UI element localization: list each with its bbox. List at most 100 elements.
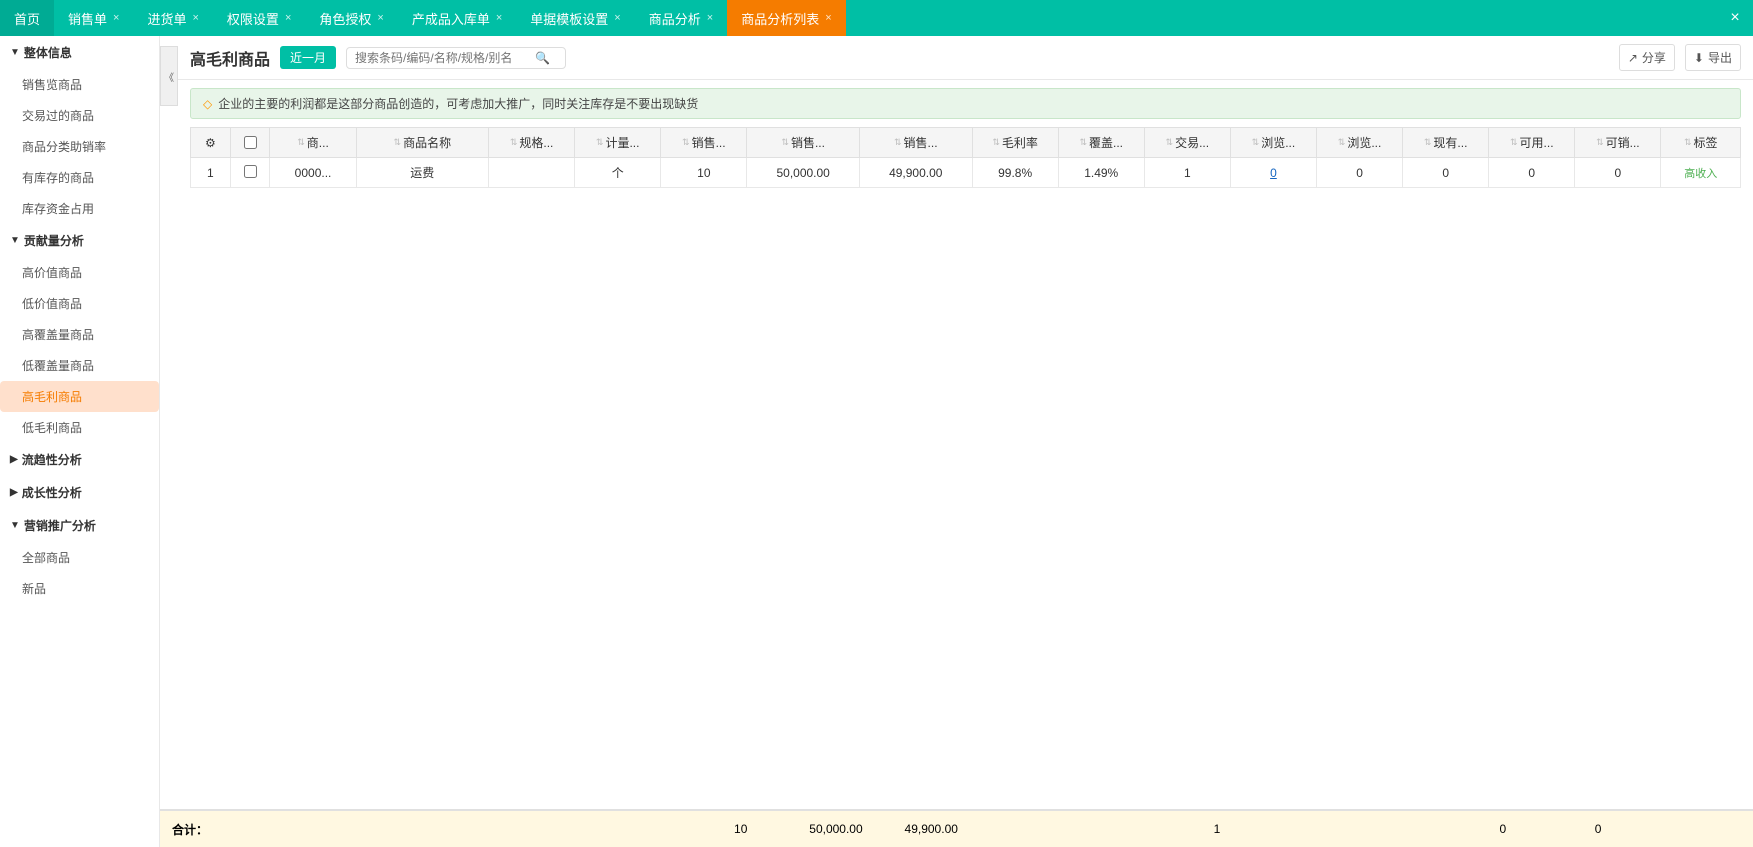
footer-cell-coverage	[1074, 822, 1169, 836]
sidebar-item-in-stock[interactable]: 有库存的商品	[0, 162, 159, 193]
cell-checkbox	[230, 158, 270, 188]
sort-icon: ⇅	[1596, 137, 1604, 148]
arrow-growth: ▶	[10, 487, 18, 498]
page-title: 高毛利商品	[190, 46, 270, 70]
select-all-checkbox[interactable]	[244, 136, 257, 149]
sidebar-section-growth[interactable]: ▶ 成长性分析	[0, 476, 159, 509]
main-layout: ▼ 整体信息 销售览商品 交易过的商品 商品分类助销率 有库存的商品 库存资金占…	[0, 36, 1753, 847]
table-container: ⚙ ⇅	[178, 127, 1753, 238]
close-product-in-tab[interactable]: ×	[496, 12, 502, 24]
col-spec[interactable]: ⇅ 规格...	[489, 128, 575, 158]
sidebar-item-traded-goods[interactable]: 交易过的商品	[0, 100, 159, 131]
sidebar-item-stock-capital[interactable]: 库存资金占用	[0, 193, 159, 224]
sidebar-section-overall[interactable]: ▼ 整体信息	[0, 36, 159, 69]
sidebar-item-high-coverage[interactable]: 高覆盖量商品	[0, 319, 159, 350]
sidebar-item-low-coverage[interactable]: 低覆盖量商品	[0, 350, 159, 381]
sidebar-section-trend[interactable]: ▶ 流趋性分析	[0, 443, 159, 476]
nav-sales[interactable]: 销售单 ×	[54, 0, 133, 36]
close-template-tab[interactable]: ×	[614, 12, 620, 24]
col-stock-current[interactable]: ⇅ 现有...	[1403, 128, 1489, 158]
sort-icon: ⇅	[1166, 137, 1174, 148]
nav-template[interactable]: 单据模板设置 ×	[516, 0, 634, 36]
col-tag[interactable]: ⇅ 标签	[1661, 128, 1741, 158]
sidebar-section-contribution[interactable]: ▼ 贡献量分析	[0, 224, 159, 257]
sidebar-item-all-goods[interactable]: 全部商品	[0, 542, 159, 573]
window-close-button[interactable]: ×	[1717, 0, 1753, 36]
footer-sales-amount: 50,000.00	[788, 822, 883, 836]
sort-icon: ⇅	[992, 137, 1000, 148]
col-code[interactable]: ⇅ 商...	[270, 128, 356, 158]
footer-sales-profit: 49,900.00	[884, 822, 979, 836]
info-icon: ◇	[203, 97, 212, 111]
close-permission-tab[interactable]: ×	[285, 12, 291, 24]
col-unit[interactable]: ⇅ 计量...	[575, 128, 661, 158]
cell-stock-current: 0	[1403, 158, 1489, 188]
col-sales-amount[interactable]: ⇅ 销售...	[747, 128, 860, 158]
sort-icon: ⇅	[1424, 137, 1432, 148]
footer-stock-current: 0	[1455, 822, 1550, 836]
search-input[interactable]	[355, 51, 535, 65]
row-checkbox[interactable]	[244, 165, 257, 178]
nav-product-in[interactable]: 产成品入库单 ×	[398, 0, 516, 36]
col-browse1[interactable]: ⇅ 浏览...	[1230, 128, 1316, 158]
sidebar-item-sales-goods[interactable]: 销售览商品	[0, 69, 159, 100]
col-name[interactable]: ⇅ 商品名称	[356, 128, 488, 158]
nav-role[interactable]: 角色授权 ×	[305, 0, 397, 36]
sidebar: ▼ 整体信息 销售览商品 交易过的商品 商品分类助销率 有库存的商品 库存资金占…	[0, 36, 160, 847]
share-button[interactable]: ↗ 分享	[1619, 44, 1675, 71]
cell-browse1[interactable]: 0	[1230, 158, 1316, 188]
col-index: ⚙	[191, 128, 231, 158]
nav-analysis[interactable]: 商品分析 ×	[635, 0, 727, 36]
col-checkbox	[230, 128, 270, 158]
nav-home[interactable]: 首页	[0, 0, 54, 36]
search-icon[interactable]: 🔍	[535, 51, 550, 65]
sidebar-item-low-value[interactable]: 低价值商品	[0, 288, 159, 319]
settings-icon[interactable]: ⚙	[205, 136, 216, 150]
close-sales-tab[interactable]: ×	[113, 12, 119, 24]
close-role-tab[interactable]: ×	[377, 12, 383, 24]
col-browse2[interactable]: ⇅ 浏览...	[1317, 128, 1403, 158]
goods-table: ⚙ ⇅	[190, 127, 1741, 188]
nav-analysis-list[interactable]: 商品分析列表 ×	[727, 0, 845, 36]
table-row: 1 0000... 运费 个 10 50,000.00 49,900	[191, 158, 1741, 188]
cell-sales-amount: 50,000.00	[747, 158, 860, 188]
col-stock-saleable[interactable]: ⇅ 可销...	[1575, 128, 1661, 158]
top-navigation: 首页 销售单 × 进货单 × 权限设置 × 角色授权 × 产成品入库单 × 单据…	[0, 0, 1753, 36]
filter-recent-month-button[interactable]: 近一月	[280, 46, 336, 69]
sidebar-item-high-margin[interactable]: 高毛利商品	[0, 381, 159, 412]
cell-tag: 高收入	[1661, 158, 1741, 188]
table-header-row: ⚙ ⇅	[191, 128, 1741, 158]
sort-icon: ⇅	[894, 137, 902, 148]
nav-purchase[interactable]: 进货单 ×	[133, 0, 212, 36]
footer-cell-browse2	[1360, 822, 1455, 836]
footer-label: 合计：	[172, 821, 312, 838]
close-analysis-list-tab[interactable]: ×	[825, 12, 831, 24]
export-button[interactable]: ⬇ 导出	[1685, 44, 1741, 71]
sidebar-section-marketing[interactable]: ▼ 营销推广分析	[0, 509, 159, 542]
cell-unit: 个	[575, 158, 661, 188]
sort-icon: ⇅	[1079, 137, 1087, 148]
sidebar-item-category-rate[interactable]: 商品分类助销率	[0, 131, 159, 162]
col-transaction[interactable]: ⇅ 交易...	[1144, 128, 1230, 158]
footer-cell-margin	[979, 822, 1074, 836]
close-analysis-tab[interactable]: ×	[707, 12, 713, 24]
col-stock-available[interactable]: ⇅ 可用...	[1489, 128, 1575, 158]
arrow-marketing: ▼	[10, 520, 20, 531]
sidebar-item-new-goods[interactable]: 新品	[0, 573, 159, 604]
footer-cell-spacer1	[312, 822, 407, 836]
cell-index: 1	[191, 158, 231, 188]
close-purchase-tab[interactable]: ×	[192, 12, 198, 24]
cell-code: 0000...	[270, 158, 356, 188]
col-coverage[interactable]: ⇅ 覆盖...	[1058, 128, 1144, 158]
col-gross-margin[interactable]: ⇅ 毛利率	[972, 128, 1058, 158]
col-sales-profit[interactable]: ⇅ 销售...	[859, 128, 972, 158]
nav-permission[interactable]: 权限设置 ×	[213, 0, 305, 36]
col-sales-qty[interactable]: ⇅ 销售...	[661, 128, 747, 158]
tag-label: 高收入	[1684, 168, 1717, 180]
sidebar-item-high-value[interactable]: 高价值商品	[0, 257, 159, 288]
sidebar-item-low-margin[interactable]: 低毛利商品	[0, 412, 159, 443]
search-container: 🔍	[346, 47, 566, 69]
sort-icon: ⇅	[297, 137, 305, 148]
sidebar-collapse-button[interactable]: 《	[160, 46, 178, 106]
arrow-overall: ▼	[10, 47, 20, 58]
